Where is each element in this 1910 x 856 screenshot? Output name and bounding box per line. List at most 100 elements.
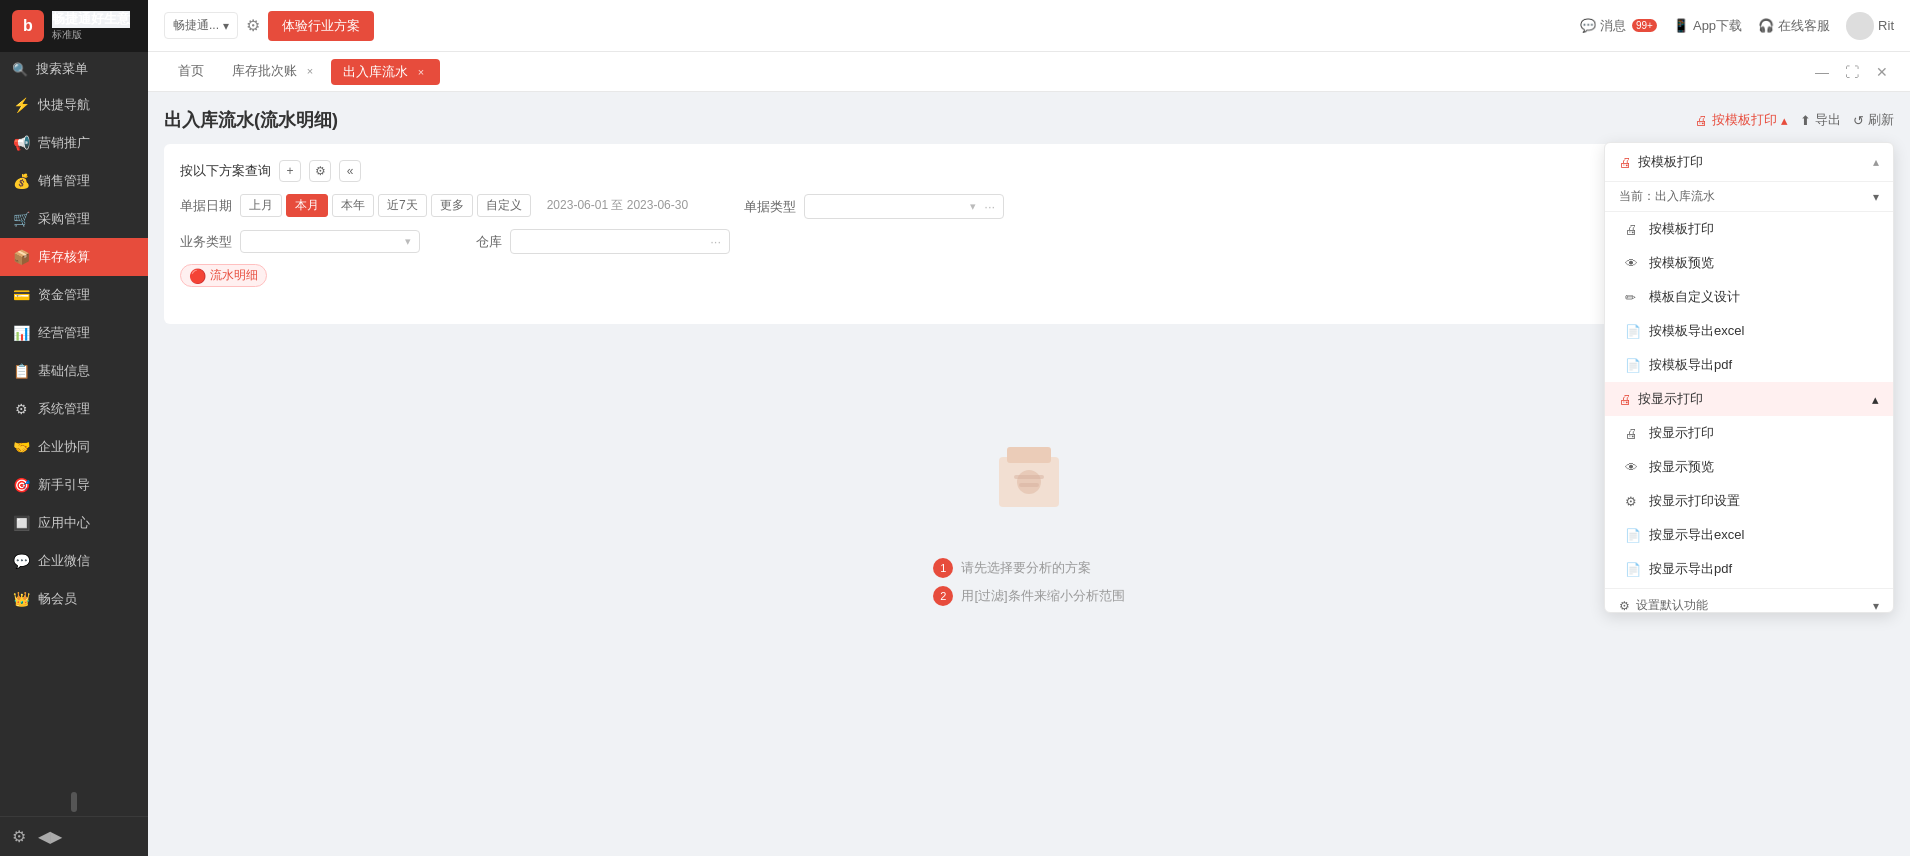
- date-btn-more[interactable]: 更多: [431, 194, 473, 217]
- sidebar-item-quick-nav[interactable]: ⚡ 快捷导航: [0, 86, 148, 124]
- dropdown-item-display-pdf[interactable]: 📄 按显示导出pdf: [1605, 552, 1893, 586]
- dropdown-divider: [1605, 588, 1893, 589]
- sidebar-item-inventory[interactable]: 📦 库存核算: [0, 238, 148, 276]
- app-logo-text: 畅捷通好生意 标准版: [52, 11, 130, 41]
- sidebar-item-system[interactable]: ⚙ 系统管理: [0, 390, 148, 428]
- filter-add-button[interactable]: +: [279, 160, 301, 182]
- settings-icon[interactable]: ⚙: [12, 827, 26, 846]
- print-template-button[interactable]: 🖨 按模板打印 ▴: [1695, 111, 1788, 129]
- export-icon: ⬆: [1800, 113, 1811, 128]
- dropdown-collapse-button[interactable]: ▴: [1873, 155, 1879, 169]
- dropdown-item-template-preview[interactable]: 👁 按模板预览: [1605, 246, 1893, 280]
- dropdown-current: 当前：出入库流水 ▾: [1605, 182, 1893, 212]
- user-avatar: [1846, 12, 1874, 40]
- online-service-button[interactable]: 🎧 在线客服: [1758, 17, 1830, 35]
- dropdown-item-template-print[interactable]: 🖨 按模板打印: [1605, 212, 1893, 246]
- tab-minimize-button[interactable]: —: [1810, 60, 1834, 84]
- dropdown-item-template-pdf[interactable]: 📄 按模板导出pdf: [1605, 348, 1893, 382]
- sidebar-item-cooperation[interactable]: 🤝 企业协同: [0, 428, 148, 466]
- sidebar-item-marketing[interactable]: 📢 营销推广: [0, 124, 148, 162]
- user-selector-arrow-icon: ▾: [223, 19, 229, 33]
- svg-rect-4: [1019, 483, 1039, 487]
- sidebar-item-app-center[interactable]: 🔲 应用中心: [0, 504, 148, 542]
- dropdown-item-template-excel[interactable]: 📄 按模板导出excel: [1605, 314, 1893, 348]
- empty-hint-1: 1 请先选择要分析的方案: [933, 558, 1124, 578]
- dropdown-display-section[interactable]: 🖨 按显示打印 ▴: [1605, 382, 1893, 416]
- business-type-select[interactable]: ▾: [240, 230, 420, 253]
- svg-rect-1: [1007, 447, 1051, 463]
- sidebar-footer: ⚙ ◀▶: [0, 816, 148, 856]
- dropdown-item-display-settings[interactable]: ⚙ 按显示打印设置: [1605, 484, 1893, 518]
- sidebar-scroll-indicator: [0, 788, 148, 816]
- dropdown-default-settings[interactable]: ⚙ 设置默认功能 ▾: [1605, 591, 1893, 612]
- sidebar-item-guide[interactable]: 🎯 新手引导: [0, 466, 148, 504]
- refresh-button[interactable]: ↺ 刷新: [1853, 111, 1894, 129]
- date-btn-7days[interactable]: 近7天: [378, 194, 427, 217]
- filter-tag-shuimingxi[interactable]: 🔴 流水明细: [180, 264, 267, 287]
- tab-close-button[interactable]: ✕: [1870, 60, 1894, 84]
- business-type-filter-item: 业务类型 ▾: [180, 230, 420, 253]
- cooperation-icon: 🤝: [12, 438, 30, 456]
- dropdown-header: 🖨 按模板打印 ▴: [1605, 143, 1893, 182]
- tab-inventory-batch[interactable]: 库存批次账 ×: [218, 54, 331, 90]
- warehouse-select[interactable]: ···: [510, 229, 730, 254]
- app-center-icon: 🔲: [12, 514, 30, 532]
- print-template-arrow: ▴: [1781, 113, 1788, 128]
- display-settings-icon: ⚙: [1625, 494, 1641, 509]
- filter-collapse-button[interactable]: «: [339, 160, 361, 182]
- app-download-icon: 📱: [1673, 18, 1689, 33]
- svg-point-2: [1017, 470, 1041, 494]
- sidebar-search[interactable]: 🔍 搜索菜单: [0, 52, 148, 86]
- display-print-section-icon: 🖨: [1619, 392, 1632, 407]
- display-print-icon: 🖨: [1625, 426, 1641, 441]
- refresh-icon: ↺: [1853, 113, 1864, 128]
- message-icon: 💬: [1580, 18, 1596, 33]
- export-button[interactable]: ⬆ 导出: [1800, 111, 1841, 129]
- date-filter-item: 单据日期 上月 本月 本年 近7天 更多 自定义 2023-06-01 至 20…: [180, 194, 688, 217]
- sidebar: b 畅捷通好生意 标准版 🔍 搜索菜单 ⚡ 快捷导航 📢 营销推广 💰 销售管理…: [0, 0, 148, 856]
- empty-illustration: [979, 427, 1079, 546]
- sidebar-item-enterprise-wx[interactable]: 💬 企业微信: [0, 542, 148, 580]
- dropdown-item-template-design[interactable]: ✏ 模板自定义设计: [1605, 280, 1893, 314]
- svg-rect-3: [1014, 475, 1044, 479]
- doc-type-select[interactable]: ▾ ···: [804, 194, 1004, 219]
- dropdown-item-display-preview[interactable]: 👁 按显示预览: [1605, 450, 1893, 484]
- tab-home[interactable]: 首页: [164, 54, 218, 90]
- tab-inventory-batch-close[interactable]: ×: [303, 64, 317, 78]
- operations-icon: 📊: [12, 324, 30, 342]
- dropdown-item-display-print[interactable]: 🖨 按显示打印: [1605, 416, 1893, 450]
- search-icon: 🔍: [12, 62, 28, 77]
- topbar-left: 畅捷通... ▾ ⚙ 体验行业方案: [164, 11, 374, 41]
- topbar-right: 💬 消息 99+ 📱 App下载 🎧 在线客服 Rit: [1580, 12, 1894, 40]
- warehouse-more-icon: ···: [710, 234, 721, 249]
- sidebar-item-sales[interactable]: 💰 销售管理: [0, 162, 148, 200]
- sidebar-item-operations[interactable]: 📊 经营管理: [0, 314, 148, 352]
- industry-plan-button[interactable]: 体验行业方案: [268, 11, 374, 41]
- basic-info-icon: 📋: [12, 362, 30, 380]
- topbar-gear-icon[interactable]: ⚙: [246, 16, 260, 35]
- dropdown-item-display-excel[interactable]: 📄 按显示导出excel: [1605, 518, 1893, 552]
- message-button[interactable]: 💬 消息 99+: [1580, 17, 1657, 35]
- date-btn-last-month[interactable]: 上月: [240, 194, 282, 217]
- date-btn-custom[interactable]: 自定义: [477, 194, 531, 217]
- dropdown-print-icon: 🖨: [1619, 155, 1632, 170]
- purchase-icon: 🛒: [12, 210, 30, 228]
- sidebar-item-finance[interactable]: 💳 资金管理: [0, 276, 148, 314]
- tab-maximize-button[interactable]: ⛶: [1840, 60, 1864, 84]
- user-selector[interactable]: 畅捷通... ▾: [164, 12, 238, 39]
- date-btn-this-month[interactable]: 本月: [286, 194, 328, 217]
- tab-inventory-flow-close[interactable]: ×: [414, 65, 428, 79]
- default-settings-icon: ⚙: [1619, 599, 1630, 613]
- filter-settings-button[interactable]: ⚙: [309, 160, 331, 182]
- app-download-button[interactable]: 📱 App下载: [1673, 17, 1742, 35]
- more-options-icon: ···: [984, 199, 995, 214]
- sidebar-nav: ⚡ 快捷导航 📢 营销推广 💰 销售管理 🛒 采购管理 📦 库存核算 💳 资金管…: [0, 86, 148, 788]
- tab-inventory-flow[interactable]: 出入库流水 ×: [331, 59, 440, 85]
- display-pdf-icon: 📄: [1625, 562, 1641, 577]
- user-profile[interactable]: Rit: [1846, 12, 1894, 40]
- sidebar-item-member[interactable]: 👑 畅会员: [0, 580, 148, 618]
- sidebar-item-basic-info[interactable]: 📋 基础信息: [0, 352, 148, 390]
- collapse-sidebar-icon[interactable]: ◀▶: [38, 827, 62, 846]
- date-btn-this-year[interactable]: 本年: [332, 194, 374, 217]
- sidebar-item-purchase[interactable]: 🛒 采购管理: [0, 200, 148, 238]
